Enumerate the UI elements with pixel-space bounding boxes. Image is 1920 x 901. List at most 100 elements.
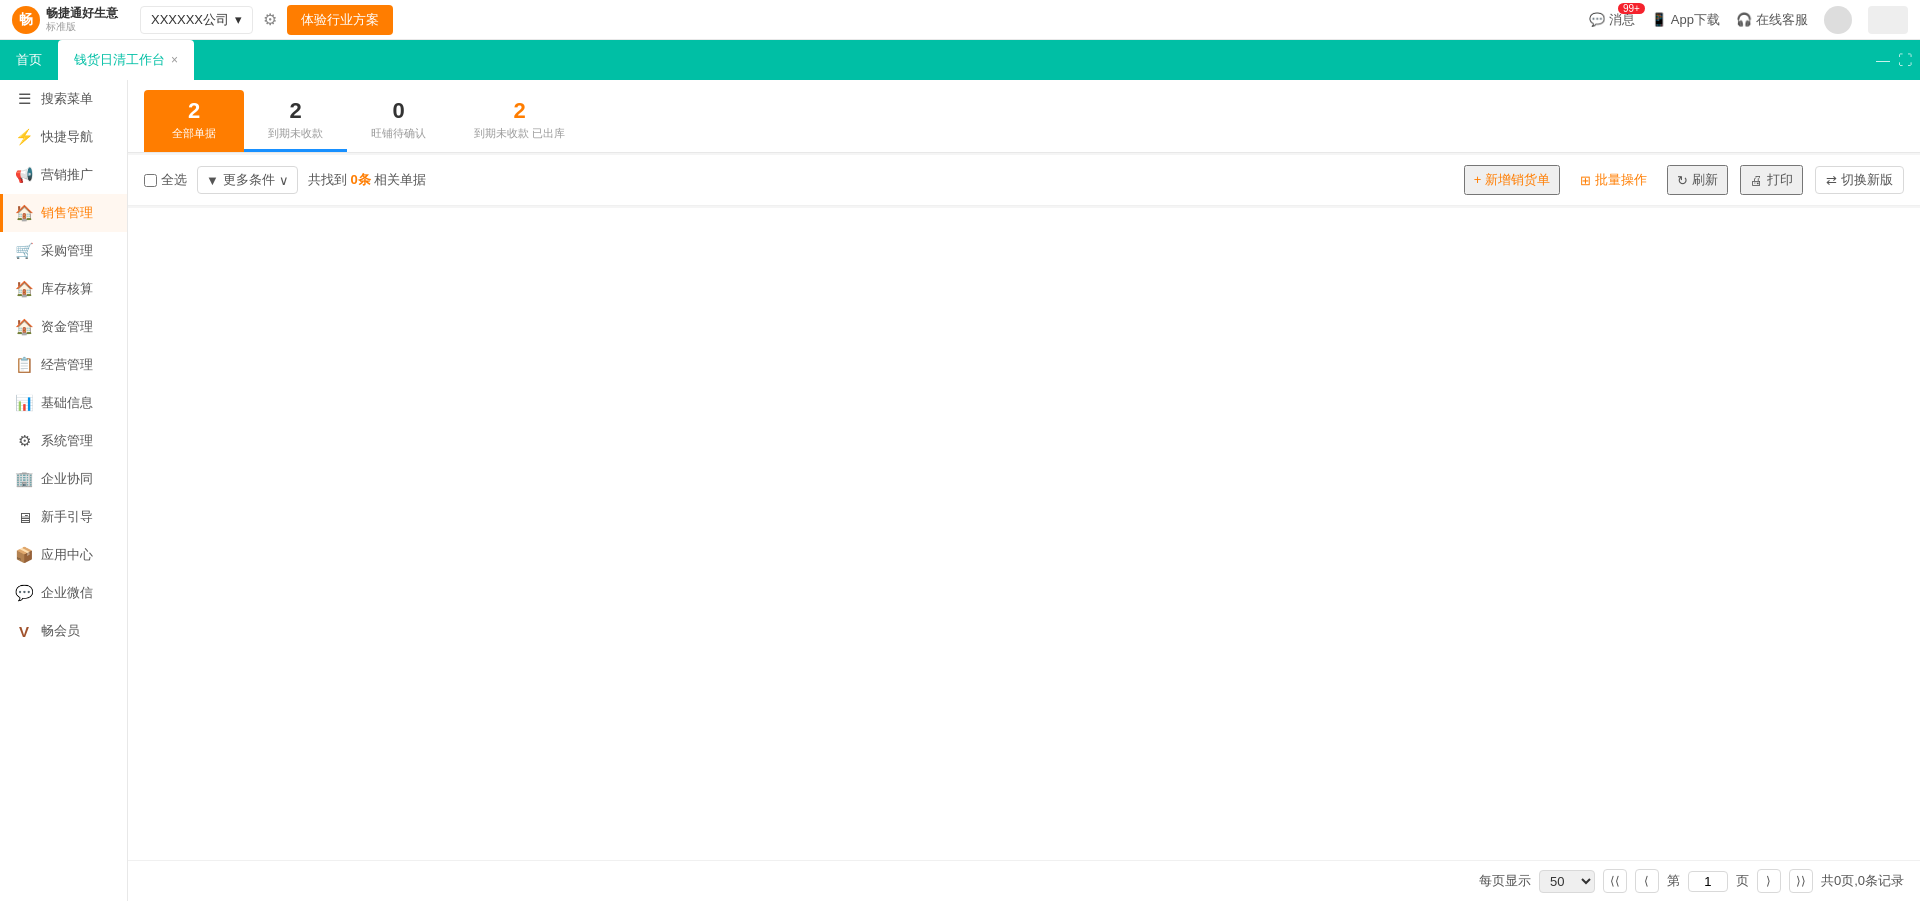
system-icon: ⚙	[15, 432, 33, 450]
refresh-button[interactable]: ↻ 刷新	[1667, 165, 1728, 195]
page-label-prefix: 第	[1667, 872, 1680, 890]
page-first-button[interactable]: ⟨⟨	[1603, 869, 1627, 893]
sidebar-search-label: 搜索菜单	[41, 90, 93, 108]
stat-tab-pending[interactable]: 0 旺铺待确认	[347, 90, 450, 152]
refresh-icon: ↻	[1677, 173, 1688, 188]
settings-icon[interactable]: ⚙	[263, 10, 277, 29]
sidebar-item-purchase[interactable]: 🛒 采购管理	[0, 232, 127, 270]
page-label-suffix: 页	[1736, 872, 1749, 890]
company-name: XXXXXX公司	[151, 11, 229, 29]
content-area: 2 全部单据 2 到期未收款 0 旺铺待确认 2 到期未收款 已出库 全选	[128, 80, 1920, 901]
filter-button[interactable]: ▼ 更多条件 ∨	[197, 166, 298, 194]
stat-number-pending: 0	[392, 98, 404, 124]
sidebar-item-sales[interactable]: 🏠 销售管理	[0, 194, 127, 232]
sidebar-item-member[interactable]: V 畅会员	[0, 612, 127, 650]
member-icon: V	[15, 622, 33, 640]
batch-icon: ⊞	[1580, 173, 1591, 188]
sidebar-item-marketing[interactable]: 📢 营销推广	[0, 156, 127, 194]
sidebar-item-enterprise[interactable]: 🏢 企业协同	[0, 460, 127, 498]
avatar[interactable]	[1824, 6, 1852, 34]
headset-icon: 🎧	[1736, 12, 1752, 27]
chevron-filter-icon: ∨	[279, 173, 289, 188]
user-menu[interactable]	[1868, 6, 1908, 34]
finance-icon: 🏠	[15, 318, 33, 336]
message-badge: 99+	[1618, 3, 1645, 14]
sidebar: ☰ 搜索菜单 ⚡ 快捷导航 📢 营销推广 🏠 销售管理 🛒 采购管理 🏠 库存核…	[0, 80, 128, 901]
top-header: 畅 畅捷通好生意 标准版 XXXXXX公司 ▾ ⚙ 体验行业方案 💬 消息 99…	[0, 0, 1920, 40]
page-size-label: 每页显示	[1479, 872, 1531, 890]
logo-text: 畅捷通好生意 标准版	[46, 6, 118, 32]
found-text: 共找到 0条 相关单据	[308, 171, 426, 189]
sidebar-item-wechat[interactable]: 💬 企业微信	[0, 574, 127, 612]
trial-button[interactable]: 体验行业方案	[287, 5, 393, 35]
stat-tab-outstock[interactable]: 2 到期未收款 已出库	[450, 90, 589, 152]
sidebar-item-operations[interactable]: 📋 经营管理	[0, 346, 127, 384]
stat-number-overdue: 2	[289, 98, 301, 124]
purchase-icon: 🛒	[15, 242, 33, 260]
stat-label-all: 全部单据	[172, 126, 216, 141]
empty-state	[128, 208, 1920, 860]
toolbar-right: + 新增销货单 ⊞ 批量操作 ↻ 刷新 🖨 打印 ⇄ 切换新版	[1464, 165, 1904, 195]
toolbar: 全选 ▼ 更多条件 ∨ 共找到 0条 相关单据 + 新增销货单 ⊞ 批量操作	[128, 155, 1920, 206]
stat-label-pending: 旺铺待确认	[371, 126, 426, 141]
tab-active[interactable]: 钱货日清工作台 ×	[58, 40, 194, 80]
print-button[interactable]: 🖨 打印	[1740, 165, 1803, 195]
app-center-icon: 📦	[15, 546, 33, 564]
sidebar-item-system[interactable]: ⚙ 系统管理	[0, 422, 127, 460]
online-service-button[interactable]: 🎧 在线客服	[1736, 11, 1808, 29]
sidebar-item-inventory[interactable]: 🏠 库存核算	[0, 270, 127, 308]
switch-icon: ⇄	[1826, 173, 1837, 188]
sidebar-item-basic-info[interactable]: 📊 基础信息	[0, 384, 127, 422]
enterprise-icon: 🏢	[15, 470, 33, 488]
page-total: 共0页,0条记录	[1821, 872, 1904, 890]
sidebar-item-quick-nav[interactable]: ⚡ 快捷导航	[0, 118, 127, 156]
stat-tab-overdue[interactable]: 2 到期未收款	[244, 90, 347, 152]
logo-main: 畅捷通好生意	[46, 6, 118, 20]
tab-minimize-icon[interactable]: —	[1876, 52, 1890, 68]
filter-icon: ▼	[206, 173, 219, 188]
message-button[interactable]: 💬 消息 99+	[1589, 11, 1635, 29]
select-all-input[interactable]	[144, 174, 157, 187]
app-icon: 📱	[1651, 12, 1667, 27]
page-last-button[interactable]: ⟩⟩	[1789, 869, 1813, 893]
logo-icon: 畅	[12, 6, 40, 34]
sidebar-item-finance[interactable]: 🏠 资金管理	[0, 308, 127, 346]
search-icon: ☰	[15, 90, 33, 108]
toolbar-left: 全选 ▼ 更多条件 ∨ 共找到 0条 相关单据	[144, 166, 426, 194]
inventory-icon: 🏠	[15, 280, 33, 298]
tab-close-icon[interactable]: ×	[171, 53, 178, 67]
tab-expand-icon[interactable]: ⛶	[1898, 52, 1912, 68]
page-size-select[interactable]: 50 10 20 100	[1539, 870, 1595, 893]
header-right: 💬 消息 99+ 📱 App下载 🎧 在线客服	[1589, 6, 1908, 34]
table-area	[128, 208, 1920, 860]
tab-home[interactable]: 首页	[0, 40, 58, 80]
page-prev-button[interactable]: ⟨	[1635, 869, 1659, 893]
tab-bar-actions: — ⛶	[1876, 52, 1920, 68]
app-download-button[interactable]: 📱 App下载	[1651, 11, 1720, 29]
stats-tabs: 2 全部单据 2 到期未收款 0 旺铺待确认 2 到期未收款 已出库	[128, 80, 1920, 153]
select-all-checkbox[interactable]: 全选	[144, 171, 187, 189]
sales-icon: 🏠	[15, 204, 33, 222]
sidebar-item-app-center[interactable]: 📦 应用中心	[0, 536, 127, 574]
tab-bar: 首页 钱货日清工作台 × — ⛶	[0, 40, 1920, 80]
batch-operation-button[interactable]: ⊞ 批量操作	[1572, 167, 1655, 193]
guide-icon: 🖥	[15, 508, 33, 526]
message-icon: 💬	[1589, 12, 1605, 27]
stat-label-overdue: 到期未收款	[268, 126, 323, 141]
add-sales-button[interactable]: + 新增销货单	[1464, 165, 1560, 195]
print-icon: 🖨	[1750, 173, 1763, 188]
quick-nav-icon: ⚡	[15, 128, 33, 146]
main-layout: ☰ 搜索菜单 ⚡ 快捷导航 📢 营销推广 🏠 销售管理 🛒 采购管理 🏠 库存核…	[0, 80, 1920, 901]
page-input[interactable]	[1688, 871, 1728, 892]
switch-version-button[interactable]: ⇄ 切换新版	[1815, 166, 1904, 194]
pagination: 每页显示 50 10 20 100 ⟨⟨ ⟨ 第 页 ⟩ ⟩⟩ 共0页,0条记录	[128, 860, 1920, 901]
logo-area: 畅 畅捷通好生意 标准版	[12, 6, 140, 34]
stat-number-all: 2	[188, 98, 200, 124]
logo-sub: 标准版	[46, 21, 118, 33]
sidebar-item-search[interactable]: ☰ 搜索菜单	[0, 80, 127, 118]
page-next-button[interactable]: ⟩	[1757, 869, 1781, 893]
stat-tab-all[interactable]: 2 全部单据	[144, 90, 244, 152]
sidebar-item-guide[interactable]: 🖥 新手引导	[0, 498, 127, 536]
company-selector[interactable]: XXXXXX公司 ▾	[140, 6, 253, 34]
basic-info-icon: 📊	[15, 394, 33, 412]
